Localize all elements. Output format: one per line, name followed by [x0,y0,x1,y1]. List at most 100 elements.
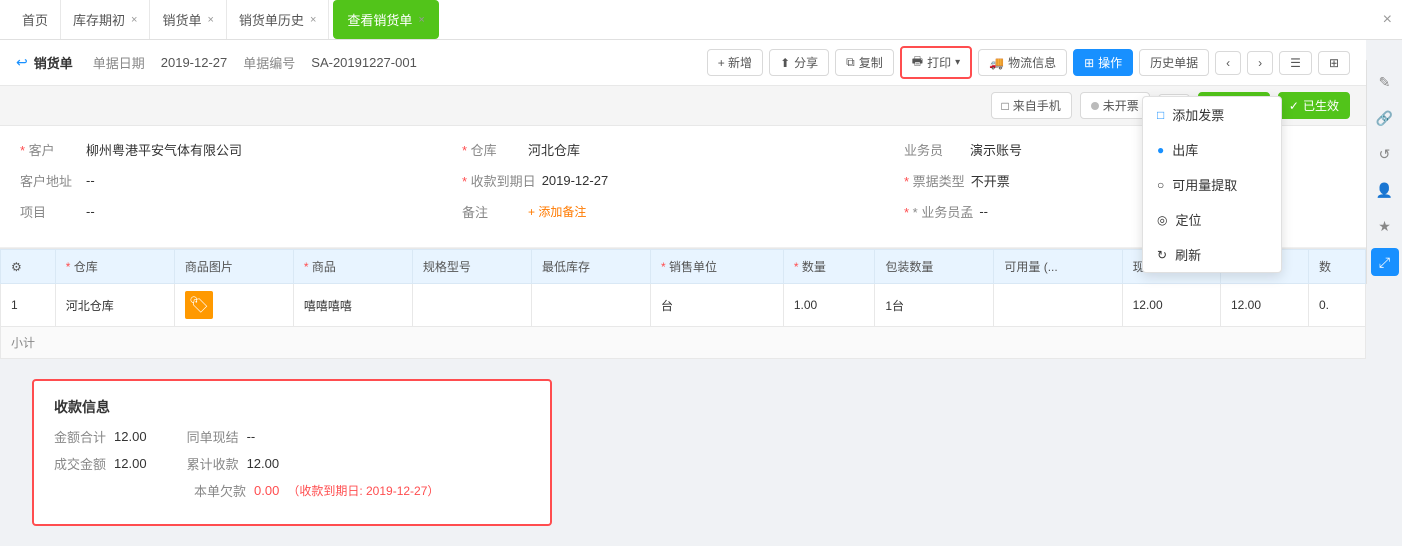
menu-available-qty[interactable]: ○ 可用量提取 [1143,167,1281,202]
list-view-icon: ☰ [1290,56,1301,70]
user-icon[interactable]: 👤 [1371,176,1399,204]
operations-button[interactable]: ⊞ 操作 [1073,49,1133,76]
edit-icon[interactable]: ✎ [1371,68,1399,96]
tab-bar: 首页 库存期初 × 销货单 × 销货单历史 × 查看销货单 × × [0,0,1402,40]
warehouse-label: 仓库 [462,140,522,159]
sales-person-label: * 业务员孟 [904,202,973,221]
cell-available [994,284,1122,327]
subtotal-label: 小计 [1,327,1366,359]
col-spec: 规格型号 [412,250,531,284]
refresh-icon[interactable]: ↺ [1371,140,1399,168]
close-sales-order[interactable]: × [207,14,213,26]
customer-field: 客户 柳州粤港平安气体有限公司 [20,140,462,159]
print-dropdown-icon: ▾ [955,57,960,68]
cumulative-value: 12.00 [247,456,280,471]
cumulative-field: 累计收款 12.00 [187,454,280,473]
same-order-value: -- [247,429,256,444]
cell-quantity: 1.00 [783,284,874,327]
cell-unit-price: 12.00 [1220,284,1308,327]
close-sales-history[interactable]: × [310,14,316,26]
right-sidebar: ✎ 🔗 ↺ 👤 ★ ⤢ [1366,60,1402,284]
share-button[interactable]: ⬆ 分享 [769,49,829,76]
from-phone-button[interactable]: □ 来自手机 [991,92,1072,119]
invoice-type-label: 票据类型 [904,171,965,190]
payment-info-box: 收款信息 金额合计 12.00 同单现结 -- 成交金额 12.00 [32,379,552,526]
warehouse-field: 仓库 河北仓库 [462,140,904,159]
pi-row-1: 金额合计 12.00 同单现结 -- [54,427,530,446]
list-view-button[interactable]: ☰ [1279,51,1312,75]
col-quantity: 数量 [783,250,874,284]
not-open-button[interactable]: 未开票 [1080,92,1150,119]
owe-label: 本单欠款 [194,481,246,500]
grid-view-button[interactable]: ⊞ [1318,51,1350,75]
tab-view-sales[interactable]: 查看销货单 × [333,0,438,39]
cell-stock: 12.00 [1122,284,1220,327]
customer-value: 柳州粤港平安气体有限公司 [86,140,242,159]
doc-title-section: ↩ 销货单 [16,53,73,72]
col-available: 可用量 (... [994,250,1122,284]
doc-meta: 单据日期 2019-12-27 单据编号 SA-20191227-001 [93,53,417,72]
col-settings[interactable]: ⚙ [1,250,56,284]
total-value: 12.00 [114,429,147,444]
cell-product: 嘻嘻嘻嘻 [293,284,412,327]
close-inventory-init[interactable]: × [131,14,137,26]
history-button[interactable]: 历史单据 [1139,49,1209,76]
refresh-menu-icon: ↻ [1157,248,1167,262]
transaction-value: 12.00 [114,456,147,471]
phone-icon: □ [1002,99,1009,113]
same-order-label: 同单现结 [187,427,239,446]
tab-inventory-init[interactable]: 库存期初 × [61,0,150,39]
sales-order-icon: ↩ [16,54,28,71]
cell-sales-unit: 台 [651,284,784,327]
col-pack-qty: 包装数量 [875,250,994,284]
employee-label: 业务员 [904,140,964,159]
note-field: 备注 添加备注 [462,202,904,221]
cell-amount: 0. [1308,284,1365,327]
global-close-button[interactable]: × [1383,11,1392,29]
operations-dropdown: □ 添加发票 ● 出库 ○ 可用量提取 ◎ 定位 ↻ 刷新 [1142,96,1282,273]
project-value: -- [86,204,95,219]
expand-icon[interactable]: ⤢ [1371,248,1399,276]
date-label: 单据日期 [93,53,145,72]
copy-icon: ⧉ [846,55,855,70]
star-icon[interactable]: ★ [1371,212,1399,240]
payment-date-label: 收款到期日 [462,171,536,190]
add-note-button[interactable]: 添加备注 [528,203,586,220]
toolbar-actions: + 新增 ⬆ 分享 ⧉ 复制 🖶 打印 ▾ 🚚 物流信息 [707,46,1350,79]
payment-date-value: 2019-12-27 [542,173,609,188]
tab-sales-history[interactable]: 销货单历史 × [227,0,329,39]
subtotal-row: 小计 [1,327,1366,359]
address-label: 客户地址 [20,171,80,190]
menu-add-invoice[interactable]: □ 添加发票 [1143,97,1281,132]
link-icon[interactable]: 🔗 [1371,104,1399,132]
effected-icon: ✓ [1289,99,1299,113]
warehouse-value: 河北仓库 [528,140,580,159]
nav-prev-button[interactable]: ‹ [1215,51,1241,75]
logistics-button[interactable]: 🚚 物流信息 [978,49,1067,76]
employee-value: 演示账号 [970,140,1022,159]
effected-button[interactable]: ✓ 已生效 [1278,92,1350,119]
nav-next-button[interactable]: › [1247,51,1273,75]
add-button[interactable]: + 新增 [707,49,763,76]
close-view-sales[interactable]: × [418,14,424,26]
pi-row-3: 本单欠款 0.00 （收款到期日: 2019-12-27） [54,481,530,500]
sales-person-value: -- [979,204,988,219]
add-invoice-icon: □ [1157,108,1164,122]
out-warehouse-icon: ● [1157,143,1164,157]
logistics-icon: 🚚 [989,56,1004,70]
project-field: 项目 -- [20,202,462,221]
doc-type-label: 销货单 [34,53,73,72]
tab-sales-order[interactable]: 销货单 × [150,0,226,39]
col-warehouse: 仓库 [55,250,174,284]
copy-button[interactable]: ⧉ 复制 [835,49,894,76]
col-product-img: 商品图片 [174,250,293,284]
cell-spec [412,284,531,327]
menu-locate[interactable]: ◎ 定位 [1143,202,1281,237]
product-image: 🏷 [185,291,213,319]
tab-home[interactable]: 首页 [10,0,61,39]
menu-refresh[interactable]: ↻ 刷新 [1143,237,1281,272]
payment-date-field: 收款到期日 2019-12-27 [462,171,904,190]
number-value: SA-20191227-001 [311,55,417,70]
menu-out-warehouse[interactable]: ● 出库 [1143,132,1281,167]
print-button[interactable]: 🖶 打印 ▾ [900,46,972,79]
